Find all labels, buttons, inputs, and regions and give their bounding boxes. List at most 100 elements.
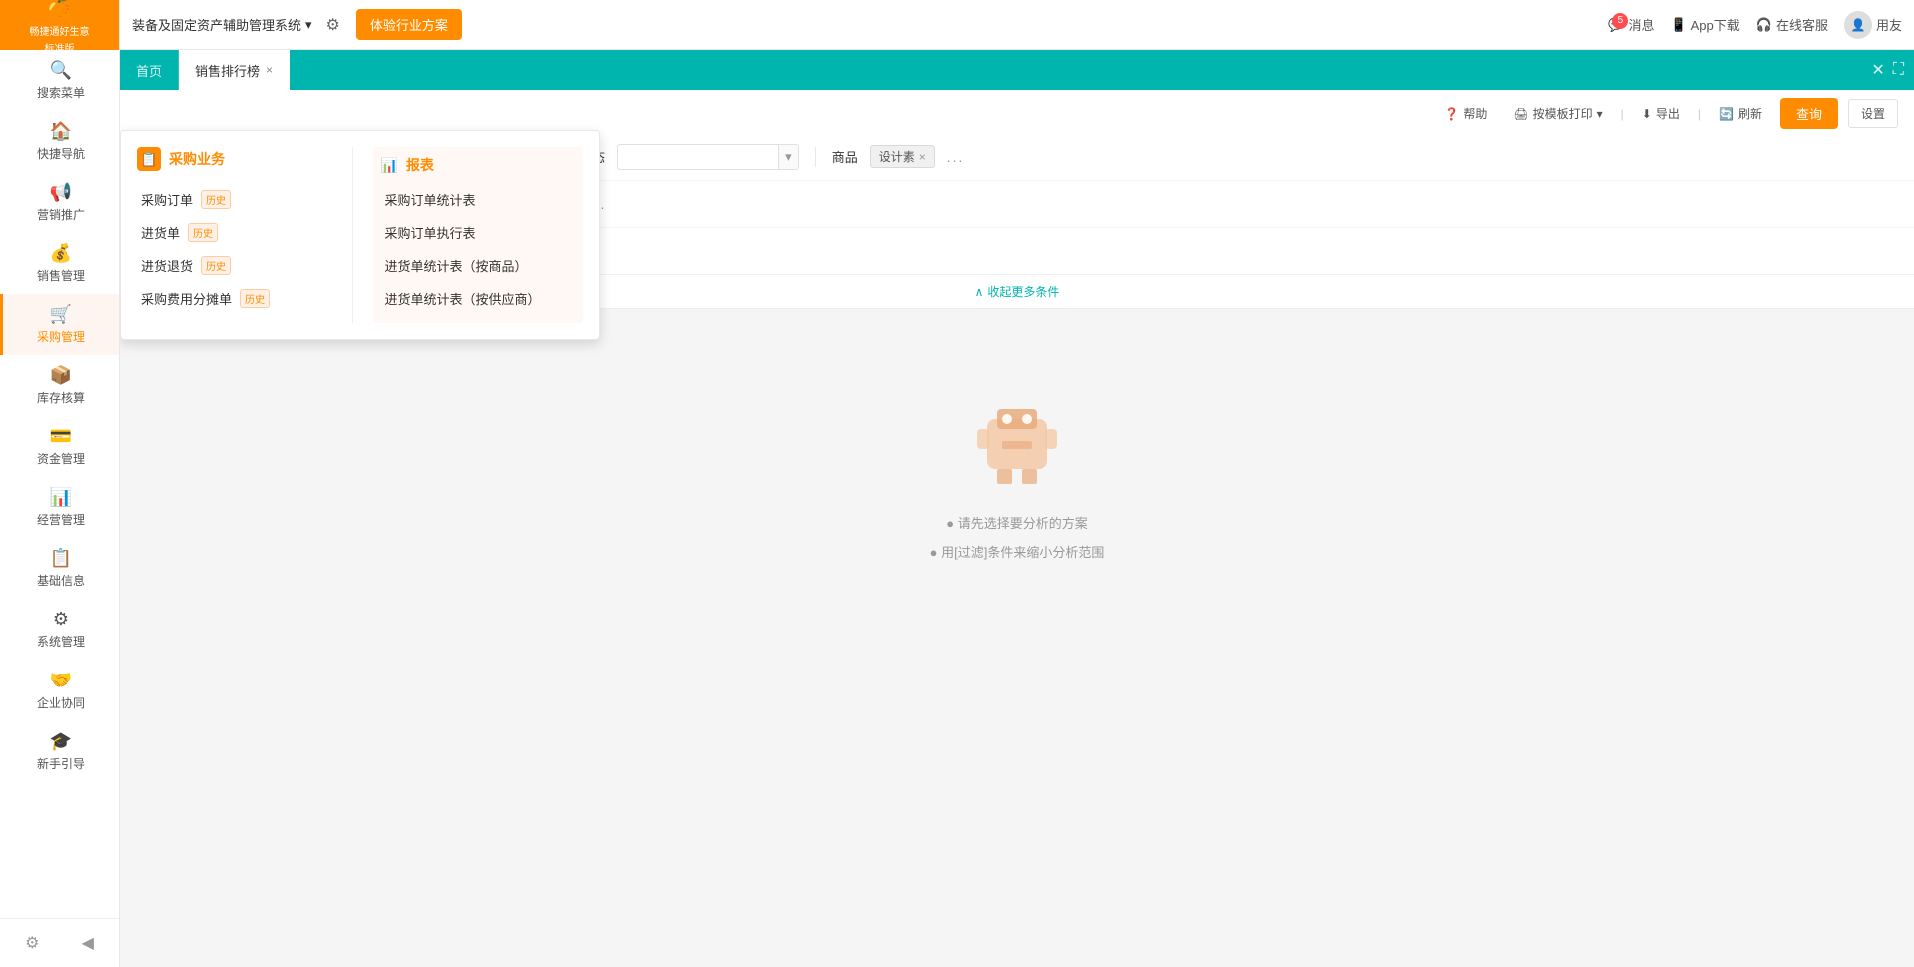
- help-label: 帮助: [1463, 105, 1487, 122]
- filter-settings-btn[interactable]: 设置: [1848, 99, 1898, 128]
- export-icon: ⬇: [1642, 107, 1652, 121]
- mobile-icon: 📱: [1670, 17, 1686, 33]
- help-btn[interactable]: ❓ 帮助: [1436, 101, 1495, 126]
- sidebar-item-marketing[interactable]: 📢 营销推广: [0, 172, 119, 233]
- action-bar-top: ❓ 帮助 🖨 按模板打印 ▾ | ⬇ 导出 | 🔄: [120, 90, 1914, 133]
- dropdown-item-inbound[interactable]: 进货单 历史: [137, 216, 332, 249]
- sidebar-item-operations[interactable]: 📊 经营管理: [0, 477, 119, 538]
- empty-hint-1: ● 请先选择要分析的方案: [946, 513, 1088, 532]
- sidebar-bottom: ⚙ ◀: [0, 918, 119, 967]
- purchase-col-icon: 📋: [137, 147, 161, 171]
- app-download-btn[interactable]: 📱 App下载: [1670, 15, 1739, 34]
- tab-close-all-icon[interactable]: ✕: [1871, 60, 1884, 80]
- dropdown-item-inbound-stat-supplier-label: 进货单统计表（按供应商）: [385, 289, 541, 308]
- print-btn[interactable]: 🖨 按模板打印 ▾: [1505, 101, 1610, 126]
- dropdown-arrow-icon: ▾: [305, 17, 312, 33]
- sidebar-item-basic-info[interactable]: 📋 基础信息: [0, 538, 119, 599]
- dropdown-col-report: 📊 报表 采购订单统计表 采购订单执行表 进货单统计表（按商品） 进货单统计表（…: [373, 147, 584, 323]
- system-title-dropdown[interactable]: 装备及固定资产辅助管理系统 ▾: [132, 15, 312, 34]
- sidebar-item-finance[interactable]: 💳 资金管理: [0, 416, 119, 477]
- sidebar-item-quicknav[interactable]: 🏠 快捷导航: [0, 111, 119, 172]
- dropdown-item-return[interactable]: 进货退货 历史: [137, 249, 332, 282]
- sidebar-item-inventory[interactable]: 📦 库存核算: [0, 355, 119, 416]
- online-service-btn[interactable]: 🎧 在线客服: [1756, 15, 1828, 34]
- sidebar-settings-icon[interactable]: ⚙: [21, 929, 43, 957]
- inventory-icon: 📦: [50, 365, 72, 386]
- finance-icon: 💳: [50, 426, 72, 447]
- sidebar-logo: 🍊 畅捷通好生意 标准版: [0, 0, 119, 50]
- industry-btn[interactable]: 体验行业方案: [356, 9, 462, 40]
- collapse-btn[interactable]: ∧ 收起更多条件: [975, 283, 1060, 300]
- refresh-label: 刷新: [1738, 105, 1762, 122]
- collapse-up-icon: ∧: [975, 285, 984, 299]
- doc-status-input[interactable]: ▾: [617, 144, 799, 170]
- help-icon: ❓: [1444, 107, 1459, 121]
- doc-status-dropdown-icon[interactable]: ▾: [778, 145, 798, 169]
- marketing-icon: 📢: [50, 182, 72, 203]
- home-icon: 🏠: [50, 121, 72, 142]
- sidebar-item-collab[interactable]: 🤝 企业协同: [0, 660, 119, 721]
- refresh-icon: 🔄: [1719, 107, 1734, 121]
- tab-expand-icon[interactable]: ⛶: [1893, 61, 1904, 79]
- messages-label: 消息: [1628, 15, 1654, 34]
- sidebar-collapse-icon[interactable]: ◀: [78, 929, 98, 957]
- main-area: 装备及固定资产辅助管理系统 ▾ ⚙ 体验行业方案 💬 5 消息 📱 App下载 …: [120, 0, 1914, 967]
- query-btn[interactable]: 查询: [1780, 98, 1838, 129]
- purchase-dropdown-menu: 📋 采购业务 采购订单 历史 进货单 历史 进货退货 历史: [120, 130, 600, 340]
- dropdown-col-purchase-header: 📋 采购业务: [137, 147, 332, 171]
- goods-tag-close-icon[interactable]: ×: [919, 150, 926, 164]
- topbar: 装备及固定资产辅助管理系统 ▾ ⚙ 体验行业方案 💬 5 消息 📱 App下载 …: [120, 0, 1914, 50]
- tab-home[interactable]: 首页: [120, 50, 179, 90]
- sidebar-item-guide[interactable]: 🎓 新手引导: [0, 721, 119, 782]
- refresh-btn[interactable]: 🔄 刷新: [1711, 101, 1770, 126]
- goods-filter-dots[interactable]: ...: [947, 149, 965, 165]
- online-service-label: 在线客服: [1776, 15, 1828, 34]
- print-label: 按模板打印: [1533, 105, 1593, 122]
- sidebar-label-operations: 经营管理: [37, 511, 85, 528]
- dropdown-col-purchase-title: 采购业务: [169, 149, 225, 169]
- dropdown-item-inbound-stat-supplier[interactable]: 进货单统计表（按供应商）: [381, 282, 576, 315]
- sidebar-label-system: 系统管理: [37, 633, 85, 650]
- dropdown-item-po-stat-label: 采购订单统计表: [385, 190, 476, 209]
- collapse-btn-label: 收起更多条件: [987, 283, 1059, 300]
- sidebar-item-purchase[interactable]: 🛒 采购管理: [0, 294, 119, 355]
- po-history-badge: 历史: [201, 190, 231, 209]
- dropdown-item-expense-label: 采购费用分摊单: [141, 289, 232, 308]
- collab-icon: 🤝: [50, 670, 72, 691]
- doc-status-field[interactable]: [618, 146, 778, 168]
- main-inner: 📋 采购业务 采购订单 历史 进货单 历史 进货退货 历史: [120, 90, 1914, 645]
- sidebar-item-sales[interactable]: 💰 销售管理: [0, 233, 119, 294]
- dropdown-col-report-title: 报表: [406, 155, 434, 175]
- dropdown-item-expense[interactable]: 采购费用分摊单 历史: [137, 282, 332, 315]
- sidebar-item-system[interactable]: ⚙ 系统管理: [0, 599, 119, 660]
- dropdown-item-po-exec[interactable]: 采购订单执行表: [381, 216, 576, 249]
- goods-label: 商品: [832, 147, 858, 166]
- search-icon: 🔍: [50, 60, 72, 81]
- tab-sales-ranking[interactable]: 销售排行榜 ×: [179, 50, 290, 90]
- dropdown-col-purchase: 📋 采购业务 采购订单 历史 进货单 历史 进货退货 历史: [137, 147, 332, 323]
- sidebar-label-search: 搜索菜单: [37, 84, 85, 101]
- sidebar-label-purchase: 采购管理: [37, 328, 85, 345]
- user-avatar-btn[interactable]: 👤 用友: [1844, 11, 1902, 39]
- topbar-right: 💬 5 消息 📱 App下载 🎧 在线客服 👤 用友: [1608, 11, 1902, 39]
- sidebar-item-search[interactable]: 🔍 搜索菜单: [0, 50, 119, 111]
- expense-history-badge: 历史: [240, 289, 270, 308]
- dropdown-item-po[interactable]: 采购订单 历史: [137, 183, 332, 216]
- sidebar-label-sales: 销售管理: [37, 267, 85, 284]
- export-btn[interactable]: ⬇ 导出: [1634, 101, 1688, 126]
- dropdown-item-inbound-stat-goods[interactable]: 进货单统计表（按商品）: [381, 249, 576, 282]
- dropdown-item-po-stat[interactable]: 采购订单统计表: [381, 183, 576, 216]
- sidebar-label-collab: 企业协同: [37, 694, 85, 711]
- sidebar-label-basic-info: 基础信息: [37, 572, 85, 589]
- topbar-settings-icon[interactable]: ⚙: [326, 15, 340, 35]
- report-col-icon: 📊: [381, 157, 398, 174]
- dropdown-item-inbound-label: 进货单: [141, 223, 180, 242]
- messages-btn[interactable]: 💬 5 消息: [1608, 15, 1654, 34]
- dropdown-col-report-header: 📊 报表: [381, 155, 576, 175]
- message-badge: 5: [1612, 13, 1628, 29]
- tab-close-icon[interactable]: ×: [266, 63, 273, 77]
- inbound-history-badge: 历史: [188, 223, 218, 242]
- return-history-badge: 历史: [201, 256, 231, 275]
- basic-info-icon: 📋: [50, 548, 72, 569]
- empty-illustration: [957, 389, 1077, 489]
